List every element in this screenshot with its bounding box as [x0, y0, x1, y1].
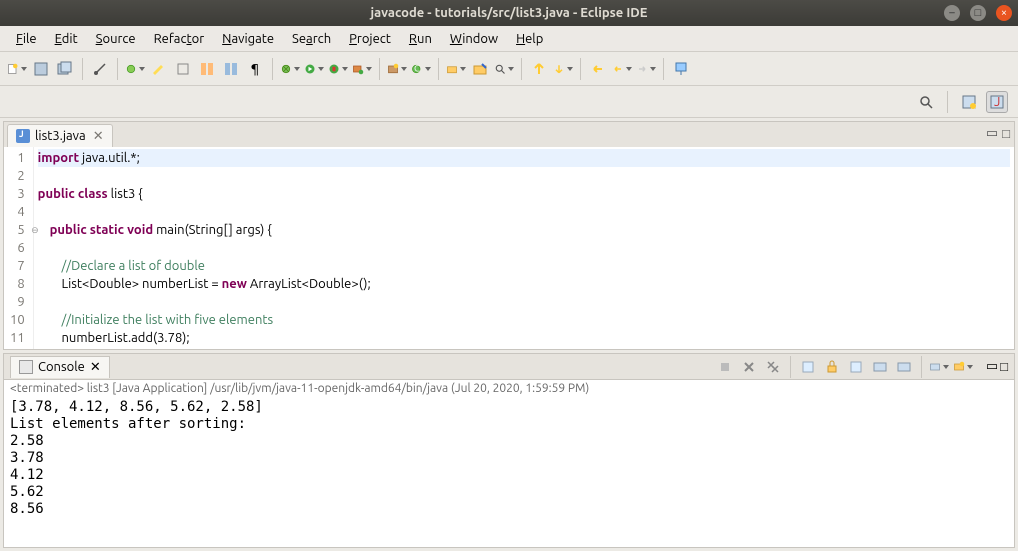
back-icon[interactable]: [611, 58, 633, 80]
debug-perspective-icon[interactable]: [124, 58, 146, 80]
svg-text:C: C: [414, 62, 420, 73]
link-icon[interactable]: [89, 58, 111, 80]
prev-annotation-icon[interactable]: [528, 58, 550, 80]
save-icon[interactable]: [30, 58, 52, 80]
menubar: File Edit Source Refactor Navigate Searc…: [0, 26, 1018, 52]
run-icon[interactable]: [303, 58, 325, 80]
run-last-icon[interactable]: [351, 58, 373, 80]
perspective-toolbar: J: [0, 86, 1018, 118]
maximize-button[interactable]: □: [970, 5, 986, 21]
clear-console-icon[interactable]: [797, 356, 819, 378]
menu-window[interactable]: Window: [442, 29, 506, 49]
scroll-lock-icon[interactable]: [821, 356, 843, 378]
open-console-icon[interactable]: [952, 356, 974, 378]
open-task-icon[interactable]: [469, 58, 491, 80]
menu-file[interactable]: File: [8, 29, 45, 49]
minimize-button[interactable]: –: [944, 5, 960, 21]
terminate-relaunch-icon[interactable]: [714, 356, 736, 378]
save-all-icon[interactable]: [54, 58, 76, 80]
open-perspective-icon[interactable]: [958, 91, 980, 113]
new-icon[interactable]: [6, 58, 28, 80]
titlebar: javacode - tutorials/src/list3.java - Ec…: [0, 0, 1018, 26]
search-icon[interactable]: [493, 58, 515, 80]
close-console-icon[interactable]: ✕: [90, 360, 101, 375]
menu-search[interactable]: Search: [284, 29, 339, 49]
console-info: <terminated> list3 [Java Application] /u…: [4, 380, 1014, 397]
show-console-icon[interactable]: [869, 356, 891, 378]
close-tab-icon[interactable]: ✕: [93, 128, 104, 144]
menu-refactor[interactable]: Refactor: [146, 29, 213, 49]
console-min-icon[interactable]: ▭: [986, 359, 998, 374]
paragraph-icon[interactable]: ¶: [244, 58, 266, 80]
display-selected-icon[interactable]: [928, 356, 950, 378]
editor-tab[interactable]: list3.java ✕: [7, 124, 113, 147]
menu-help[interactable]: Help: [508, 29, 551, 49]
toggle-mark-icon[interactable]: [196, 58, 218, 80]
menu-run[interactable]: Run: [401, 29, 440, 49]
pin-console-icon[interactable]: [893, 356, 915, 378]
maximize-view-icon[interactable]: □: [1002, 126, 1010, 141]
menu-navigate[interactable]: Navigate: [214, 29, 282, 49]
console-icon: [19, 360, 33, 374]
console-max-icon[interactable]: □: [1000, 359, 1008, 374]
editor-tabbar: list3.java ✕ ▭ □: [4, 122, 1014, 147]
menu-source[interactable]: Source: [88, 29, 144, 49]
console-tab[interactable]: Console ✕: [10, 356, 110, 378]
workarea: list3.java ✕ ▭ □ 1234567891011 import ja…: [0, 118, 1018, 551]
menu-edit[interactable]: Edit: [47, 29, 86, 49]
forward-icon[interactable]: [635, 58, 657, 80]
quick-access-icon[interactable]: [915, 91, 937, 113]
java-file-icon: [16, 129, 30, 143]
coverage-icon[interactable]: [327, 58, 349, 80]
remove-launch-icon[interactable]: [738, 356, 760, 378]
new-package-icon[interactable]: [386, 58, 408, 80]
code-editor[interactable]: 1234567891011 import java.util.*;public …: [4, 147, 1014, 349]
open-type-icon[interactable]: [445, 58, 467, 80]
next-annotation-icon[interactable]: [552, 58, 574, 80]
word-wrap-icon[interactable]: [845, 356, 867, 378]
last-edit-icon[interactable]: [587, 58, 609, 80]
debug-icon[interactable]: [279, 58, 301, 80]
minimize-view-icon[interactable]: ▭: [986, 126, 998, 141]
java-perspective-icon[interactable]: J: [986, 91, 1008, 113]
console-pane: Console ✕ ▭ □ <terminated> li: [3, 353, 1015, 548]
toggle-block-icon[interactable]: [172, 58, 194, 80]
show-whitespace-icon[interactable]: [220, 58, 242, 80]
editor-pane: list3.java ✕ ▭ □ 1234567891011 import ja…: [3, 121, 1015, 350]
window-title: javacode - tutorials/src/list3.java - Ec…: [0, 6, 1018, 20]
svg-text:J: J: [994, 95, 1000, 109]
main-toolbar: ¶ C: [0, 52, 1018, 86]
pin-icon[interactable]: [670, 58, 692, 80]
console-tab-label: Console: [38, 360, 85, 374]
remove-all-icon[interactable]: [762, 356, 784, 378]
console-header: Console ✕ ▭ □: [4, 354, 1014, 380]
console-output[interactable]: [3.78, 4.12, 8.56, 5.62, 2.58] List elem…: [4, 397, 1014, 547]
new-class-icon[interactable]: C: [410, 58, 432, 80]
editor-tab-label: list3.java: [35, 129, 86, 143]
menu-project[interactable]: Project: [341, 29, 399, 49]
close-button[interactable]: ×: [996, 5, 1012, 21]
highlight-icon[interactable]: [148, 58, 170, 80]
